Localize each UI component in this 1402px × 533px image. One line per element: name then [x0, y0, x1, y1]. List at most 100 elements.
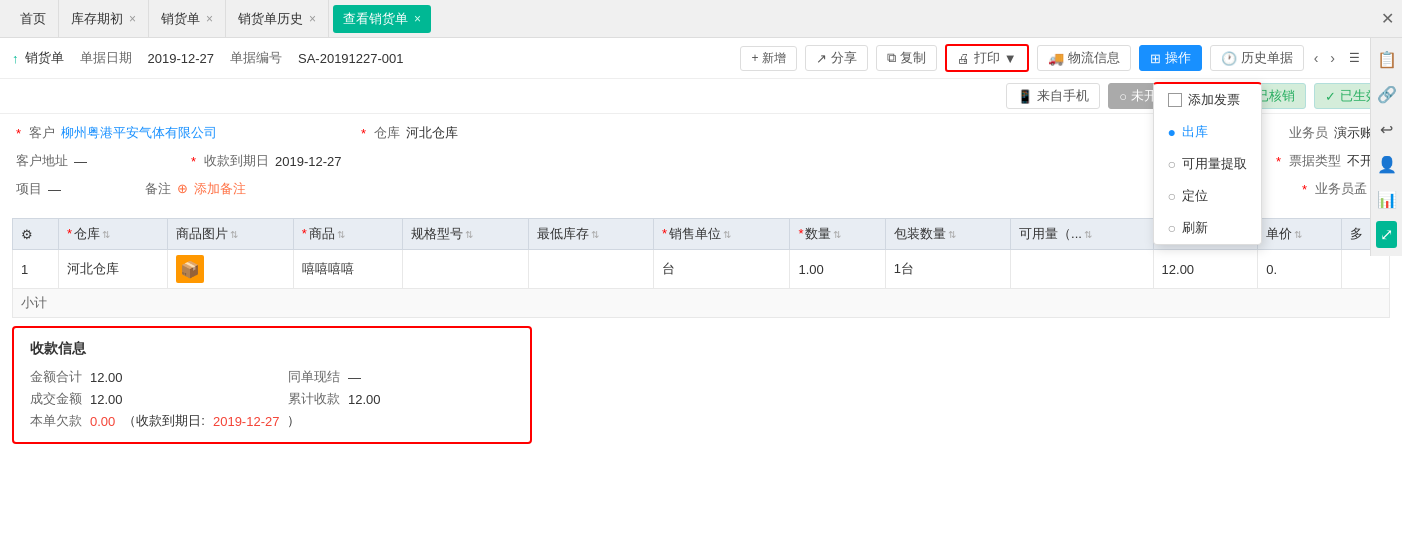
- logistics-button[interactable]: 🚚 物流信息: [1037, 45, 1131, 71]
- product-image: 📦: [176, 255, 204, 283]
- no-label: 单据编号: [230, 49, 282, 67]
- doc-title-area: ↑ 销货单: [12, 49, 64, 67]
- tab-sales-history[interactable]: 销货单历史 ×: [226, 0, 329, 37]
- owed-row: 本单欠款 0.00 （收款到期日: 2019-12-27 ）: [30, 412, 514, 430]
- bottom-info-box: 收款信息 金额合计 12.00 同单现结 — 成交金额 12.00 累计收款 1…: [12, 326, 532, 444]
- history-icon: 🕐: [1221, 51, 1237, 66]
- dropdown-menu: 添加发票 ● 出库 ○ 可用量提取 ○ 定位 ○ 刷新: [1153, 82, 1262, 245]
- owed-value: 0.00: [90, 414, 115, 429]
- warehouse-value: 河北仓库: [406, 124, 458, 142]
- plus-icon: ⊕: [177, 181, 188, 196]
- bottom-info-title: 收款信息: [30, 340, 514, 358]
- doc-meta: 单据日期 2019-12-27 单据编号 SA-20191227-001: [80, 49, 404, 67]
- col-pack-qty: 包装数量⇅: [885, 219, 1010, 250]
- owed-note-end: ）: [287, 412, 300, 430]
- same-order-row: 同单现结 —: [288, 368, 514, 386]
- share-button[interactable]: ↗ 分享: [805, 45, 868, 71]
- date-value: 2019-12-27: [148, 51, 215, 66]
- print-button[interactable]: 🖨 打印 ▼: [945, 44, 1029, 72]
- share-icon: ↗: [816, 51, 827, 66]
- sidebar-icon-chart[interactable]: 📊: [1373, 186, 1401, 213]
- doc-type-icon: ↑: [12, 51, 19, 66]
- dropdown-available-qty[interactable]: ○ 可用量提取: [1154, 148, 1261, 180]
- invoice-checkbox-icon: [1168, 93, 1182, 107]
- row-qty: 1.00: [790, 250, 885, 289]
- col-product: *商品⇅: [293, 219, 402, 250]
- address-field: 客户地址 —: [16, 152, 87, 170]
- customer-field: * 客户 柳州粤港平安气体有限公司: [16, 124, 217, 142]
- copy-button[interactable]: ⧉ 复制: [876, 45, 937, 71]
- project-value: —: [48, 182, 61, 197]
- tab-view-sales[interactable]: 查看销货单 ×: [333, 5, 431, 33]
- print-icon: 🖨: [957, 51, 970, 66]
- tab-sales-order[interactable]: 销货单 ×: [149, 0, 226, 37]
- phone-icon: 📱: [1017, 89, 1033, 104]
- due-date-field: * 收款到期日 2019-12-27: [191, 152, 342, 170]
- from-phone-button[interactable]: 📱 来自手机: [1006, 83, 1100, 109]
- sidebar-icon-expand[interactable]: ⤢: [1376, 221, 1397, 248]
- sidebar-icon-link[interactable]: 🔗: [1373, 81, 1401, 108]
- table-body: 1 河北仓库 📦 嘻嘻嘻嘻 台 1.00 1台 12.00 0.: [13, 250, 1390, 318]
- subtotal-row: 小计: [13, 289, 1390, 318]
- next-record-button[interactable]: ›: [1328, 50, 1337, 66]
- doc-actions: + 新增 ↗ 分享 ⧉ 复制 🖨 打印 ▼ 🚚 物流信息: [740, 44, 1390, 72]
- dropdown-add-invoice[interactable]: 添加发票: [1154, 84, 1261, 116]
- effective-icon: ✓: [1325, 89, 1336, 104]
- project-field: 项目 —: [16, 180, 61, 198]
- dropdown-locate[interactable]: ○ 定位: [1154, 180, 1261, 212]
- row-product-img: 📦: [168, 250, 293, 289]
- row-unit: 台: [653, 250, 790, 289]
- available-qty-radio-icon: ○: [1168, 156, 1176, 172]
- sidebar-icon-clipboard[interactable]: 📋: [1373, 46, 1401, 73]
- col-available: 可用量（...⇅: [1011, 219, 1154, 250]
- view-toggle-list[interactable]: ☰: [1345, 48, 1364, 68]
- owed-date: 2019-12-27: [213, 414, 280, 429]
- tab-close-inventory[interactable]: ×: [129, 12, 136, 26]
- due-date-value: 2019-12-27: [275, 154, 342, 169]
- sidebar-icon-user[interactable]: 👤: [1373, 151, 1401, 178]
- new-button[interactable]: + 新增: [740, 46, 796, 71]
- cumulative-row: 累计收款 12.00: [288, 390, 514, 408]
- row-pack-qty: 1台: [885, 250, 1010, 289]
- row-spec: [403, 250, 528, 289]
- operate-button[interactable]: ⊞ 操作: [1139, 45, 1202, 71]
- row-unit-price: 0.: [1258, 250, 1342, 289]
- owed-note: （收款到期日:: [123, 412, 205, 430]
- doc-header: ↑ 销货单 单据日期 2019-12-27 单据编号 SA-20191227-0…: [0, 38, 1402, 79]
- deal-amount-value: 12.00: [90, 392, 123, 407]
- print-dropdown-arrow: ▼: [1004, 51, 1017, 66]
- col-product-img: 商品图片⇅: [168, 219, 293, 250]
- tab-close-view-sales[interactable]: ×: [414, 12, 421, 26]
- dropdown-refresh[interactable]: ○ 刷新: [1154, 212, 1261, 244]
- refresh-radio-icon: ○: [1168, 220, 1176, 236]
- operate-icon: ⊞: [1150, 51, 1161, 66]
- customer-value[interactable]: 柳州粤港平安气体有限公司: [61, 124, 217, 142]
- row-available: [1011, 250, 1154, 289]
- subtotal-label: 小计: [13, 289, 1390, 318]
- date-label: 单据日期: [80, 49, 132, 67]
- total-row: 金额合计 12.00: [30, 368, 256, 386]
- deal-amount-row: 成交金额 12.00: [30, 390, 256, 408]
- tab-bar: 首页 库存期初 × 销货单 × 销货单历史 × 查看销货单 × ✕: [0, 0, 1402, 38]
- address-value: —: [74, 154, 87, 169]
- tab-close-sales[interactable]: ×: [206, 12, 213, 26]
- dropdown-outbound[interactable]: ● 出库: [1154, 116, 1261, 148]
- col-unit-price: 单价⇅: [1258, 219, 1342, 250]
- history-button[interactable]: 🕐 历史单据: [1210, 45, 1304, 71]
- tab-home[interactable]: 首页: [8, 0, 59, 37]
- prev-record-button[interactable]: ‹: [1312, 50, 1321, 66]
- copy-icon: ⧉: [887, 50, 896, 66]
- tab-inventory-open[interactable]: 库存期初 ×: [59, 0, 149, 37]
- row-min-stock: [528, 250, 653, 289]
- info-grid: 金额合计 12.00 同单现结 — 成交金额 12.00 累计收款 12.00: [30, 368, 514, 430]
- sidebar-icon-return[interactable]: ↩: [1376, 116, 1397, 143]
- right-sidebar: 📋 🔗 ↩ 👤 📊 ⤢: [1370, 38, 1402, 256]
- table-row: 1 河北仓库 📦 嘻嘻嘻嘻 台 1.00 1台 12.00 0.: [13, 250, 1390, 289]
- add-note-button[interactable]: ⊕ 添加备注: [177, 180, 246, 198]
- same-order-value: —: [348, 370, 361, 385]
- col-settings[interactable]: ⚙: [13, 219, 59, 250]
- col-unit: *销售单位⇅: [653, 219, 790, 250]
- tab-close-history[interactable]: ×: [309, 12, 316, 26]
- cumulative-value: 12.00: [348, 392, 381, 407]
- global-close-button[interactable]: ✕: [1381, 9, 1394, 28]
